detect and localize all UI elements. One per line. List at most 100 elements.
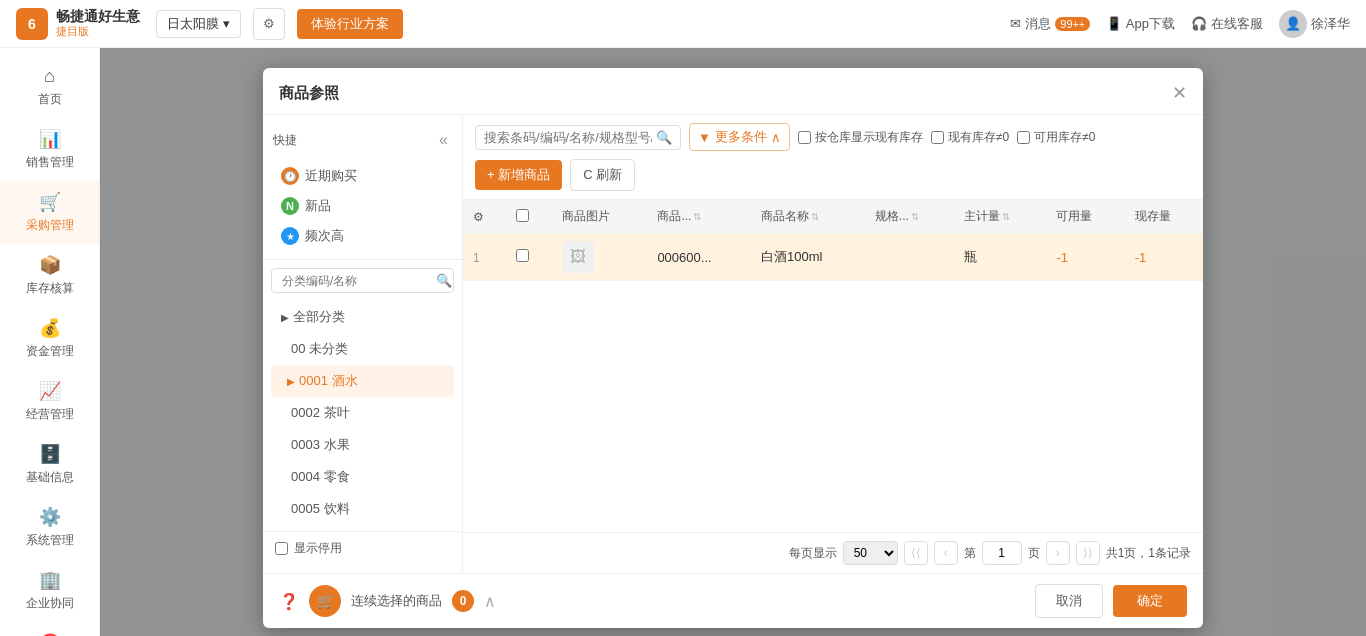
th-spec[interactable]: 规格...⇅ (865, 200, 954, 234)
settings-button[interactable]: ⚙ (253, 8, 285, 40)
quick-link-frequent[interactable]: ★ 频次高 (273, 221, 452, 251)
quick-link-new[interactable]: N 新品 (273, 191, 452, 221)
sidebar-item-home[interactable]: ⌂ 首页 (0, 56, 99, 118)
phone-icon: 📱 (1106, 16, 1122, 31)
headset-icon: 🎧 (1191, 16, 1207, 31)
th-code[interactable]: 商品...⇅ (647, 200, 751, 234)
logo-area: 6 畅捷通好生意 捷目版 (16, 8, 140, 40)
more-filter-button[interactable]: ▼ 更多条件 ∧ (689, 123, 790, 151)
td-spec (865, 234, 954, 281)
help-icon[interactable]: ❓ (279, 592, 299, 611)
product-search-input[interactable] (484, 130, 652, 145)
cat-beverage[interactable]: 0005 饮料 (271, 493, 454, 525)
cat-all[interactable]: ▶ 全部分类 (271, 301, 454, 333)
quick-links: 🕐 近期购买 N 新品 ★ 频次高 (263, 161, 462, 251)
modal-header: 商品参照 ✕ (263, 68, 1203, 115)
left-panel-top: 快捷 « (263, 123, 462, 161)
current-stock-checkbox[interactable] (931, 131, 944, 144)
top-nav: 6 畅捷通好生意 捷目版 日太阳膜 ▾ ⚙ 体验行业方案 ✉ 消息 99++ 📱… (0, 0, 1366, 48)
sort-spec-icon[interactable]: ⇅ (911, 211, 919, 222)
new-product-icon: N (281, 197, 299, 215)
refresh-button[interactable]: C 刷新 (570, 159, 635, 191)
warehouse-stock-checkbox-label[interactable]: 按仓库显示现有库存 (798, 129, 923, 146)
sort-unit-icon[interactable]: ⇅ (1002, 211, 1010, 222)
user-menu[interactable]: 👤 徐泽华 (1279, 10, 1350, 38)
divider (263, 259, 462, 260)
sidebar-item-inventory[interactable]: 📦 库存核算 (0, 244, 99, 307)
pagination: 每页显示 50 100 200 ⟨⟨ ‹ 第 页 › (463, 532, 1203, 573)
sidebar-item-guide[interactable]: 🎯 新手引导 (0, 622, 99, 636)
th-name[interactable]: 商品名称⇅ (751, 200, 865, 234)
messages-button[interactable]: ✉ 消息 99++ (1010, 15, 1090, 33)
show-disabled-area: 显示停用 (263, 531, 462, 565)
sidebar-item-purchase[interactable]: 🛒 采购管理 (0, 181, 99, 244)
quick-link-recent[interactable]: 🕐 近期购买 (273, 161, 452, 191)
th-checkbox[interactable] (506, 200, 552, 234)
select-all-checkbox[interactable] (516, 209, 529, 222)
message-badge: 99++ (1055, 17, 1090, 31)
footer-collapse-button[interactable]: ∧ (484, 592, 496, 611)
collapse-panel-button[interactable]: « (435, 127, 452, 153)
product-table-wrap: ⚙ 商品图片 商品...⇅ 商品名称⇅ 规格...⇅ 主计量⇅ 可用量 现存量 (463, 200, 1203, 532)
app-download-button[interactable]: 📱 App下载 (1106, 15, 1175, 33)
recent-icon: 🕐 (281, 167, 299, 185)
sidebar-item-system[interactable]: ⚙️ 系统管理 (0, 496, 99, 559)
category-search-box[interactable]: 🔍 (271, 268, 454, 293)
first-page-button[interactable]: ⟨⟨ (904, 541, 928, 565)
table-row[interactable]: 1 🖼 000600... 白酒100ml (463, 234, 1203, 281)
add-product-button[interactable]: + 新增商品 (475, 160, 562, 190)
sidebar-item-finance[interactable]: 💰 资金管理 (0, 307, 99, 370)
cat-snack[interactable]: 0004 零食 (271, 461, 454, 493)
cat-alcohol[interactable]: ▶ 0001 酒水 (271, 365, 454, 397)
th-available: 可用量 (1046, 200, 1124, 234)
current-stock-checkbox-label[interactable]: 现有库存≠0 (931, 129, 1009, 146)
td-stock: -1 (1125, 234, 1203, 281)
sidebar-item-enterprise[interactable]: 🏢 企业协同 (0, 559, 99, 622)
purchase-icon: 🛒 (39, 191, 61, 213)
cat-unclassified[interactable]: 00 未分类 (271, 333, 454, 365)
chevron-down-icon: ▾ (223, 16, 230, 31)
last-page-button[interactable]: ⟩⟩ (1076, 541, 1100, 565)
warehouse-stock-checkbox[interactable] (798, 131, 811, 144)
sidebar-item-operations[interactable]: 📈 经营管理 (0, 370, 99, 433)
confirm-button[interactable]: 确定 (1113, 585, 1187, 617)
enterprise-icon: 🏢 (39, 569, 61, 591)
trial-button[interactable]: 体验行业方案 (297, 9, 403, 39)
available-stock-checkbox[interactable] (1017, 131, 1030, 144)
product-search-box[interactable]: 🔍 (475, 125, 681, 150)
online-service-button[interactable]: 🎧 在线客服 (1191, 15, 1263, 33)
sidebar-item-basic-info[interactable]: 🗄️ 基础信息 (0, 433, 99, 496)
td-unit: 瓶 (954, 234, 1046, 281)
row-checkbox[interactable] (516, 249, 529, 262)
table-header-row: ⚙ 商品图片 商品...⇅ 商品名称⇅ 规格...⇅ 主计量⇅ 可用量 现存量 (463, 200, 1203, 234)
th-image: 商品图片 (552, 200, 647, 234)
cat-fruit[interactable]: 0003 水果 (271, 429, 454, 461)
th-settings[interactable]: ⚙ (463, 200, 506, 234)
available-stock-checkbox-label[interactable]: 可用库存≠0 (1017, 129, 1095, 146)
logo-sub: 捷目版 (56, 24, 140, 39)
cancel-button[interactable]: 取消 (1035, 584, 1103, 618)
logo-icon: 6 (16, 8, 48, 40)
sidebar: ⌂ 首页 📊 销售管理 🛒 采购管理 📦 库存核算 💰 资金管理 📈 经营管理 … (0, 48, 100, 636)
show-disabled-checkbox[interactable] (275, 542, 288, 555)
th-unit[interactable]: 主计量⇅ (954, 200, 1046, 234)
prev-page-button[interactable]: ‹ (934, 541, 958, 565)
product-thumbnail: 🖼 (562, 241, 594, 273)
sidebar-item-sales[interactable]: 📊 销售管理 (0, 118, 99, 181)
right-panel: 🔍 ▼ 更多条件 ∧ 按仓库显示现有库存 (463, 115, 1203, 573)
page-number-input[interactable] (982, 541, 1022, 565)
toolbar: 🔍 ▼ 更多条件 ∧ 按仓库显示现有库存 (463, 115, 1203, 200)
sort-code-icon[interactable]: ⇅ (693, 211, 701, 222)
sort-name-icon[interactable]: ⇅ (811, 211, 819, 222)
product-table: ⚙ 商品图片 商品...⇅ 商品名称⇅ 规格...⇅ 主计量⇅ 可用量 现存量 (463, 200, 1203, 281)
td-checkbox[interactable] (506, 234, 552, 281)
finance-icon: 💰 (39, 317, 61, 339)
per-page-select[interactable]: 50 100 200 (843, 541, 898, 565)
next-page-button[interactable]: › (1046, 541, 1070, 565)
category-search-input[interactable] (282, 274, 432, 288)
cart-button[interactable]: 🛒 (309, 585, 341, 617)
cat-tea[interactable]: 0002 茶叶 (271, 397, 454, 429)
modal-close-button[interactable]: ✕ (1172, 82, 1187, 104)
system-icon: ⚙️ (39, 506, 61, 528)
store-selector[interactable]: 日太阳膜 ▾ (156, 10, 241, 38)
